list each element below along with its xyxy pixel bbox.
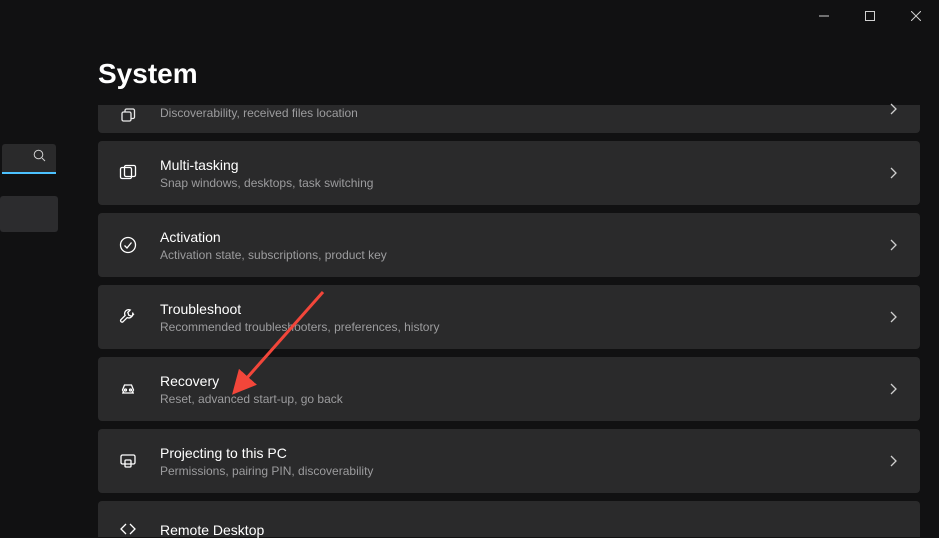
chevron-right-icon xyxy=(886,101,902,117)
settings-item-label: Multi-tasking xyxy=(160,156,886,174)
settings-item-label: Troubleshoot xyxy=(160,300,886,318)
recovery-icon xyxy=(118,379,138,399)
settings-item-nearby-sharing[interactable]: Discoverability, received files location xyxy=(98,105,920,133)
settings-item-activation[interactable]: Activation Activation state, subscriptio… xyxy=(98,213,920,277)
remote-desktop-icon xyxy=(118,519,138,538)
chevron-right-icon xyxy=(886,453,902,469)
settings-item-label: Recovery xyxy=(160,372,886,390)
chevron-right-icon xyxy=(886,165,902,181)
settings-item-label: Projecting to this PC xyxy=(160,444,886,462)
settings-item-sub: Activation state, subscriptions, product… xyxy=(160,247,886,263)
page-title: System xyxy=(98,58,198,90)
settings-item-sub: Snap windows, desktops, task switching xyxy=(160,175,886,191)
multitasking-icon xyxy=(118,163,138,183)
settings-item-label: Remote Desktop xyxy=(160,521,902,538)
projecting-icon xyxy=(118,451,138,471)
settings-item-remote-desktop[interactable]: Remote Desktop xyxy=(98,501,920,537)
share-icon xyxy=(118,105,138,125)
troubleshoot-icon xyxy=(118,307,138,327)
search-icon xyxy=(33,149,46,167)
settings-item-sub: Permissions, pairing PIN, discoverabilit… xyxy=(160,463,886,479)
settings-item-troubleshoot[interactable]: Troubleshoot Recommended troubleshooters… xyxy=(98,285,920,349)
settings-item-sub: Recommended troubleshooters, preferences… xyxy=(160,319,886,335)
settings-item-sub: Discoverability, received files location xyxy=(160,105,886,121)
search-input[interactable] xyxy=(2,144,56,174)
settings-item-multitasking[interactable]: Multi-tasking Snap windows, desktops, ta… xyxy=(98,141,920,205)
chevron-right-icon xyxy=(886,309,902,325)
settings-item-sub: Reset, advanced start-up, go back xyxy=(160,391,886,407)
maximize-button[interactable] xyxy=(847,0,893,32)
chevron-right-icon xyxy=(886,237,902,253)
window-controls xyxy=(801,0,939,32)
settings-list: Discoverability, received files location… xyxy=(98,105,920,537)
close-button[interactable] xyxy=(893,0,939,32)
settings-item-recovery[interactable]: Recovery Reset, advanced start-up, go ba… xyxy=(98,357,920,421)
sidebar-item-system[interactable] xyxy=(0,196,58,232)
settings-item-projecting[interactable]: Projecting to this PC Permissions, pairi… xyxy=(98,429,920,493)
minimize-button[interactable] xyxy=(801,0,847,32)
chevron-right-icon xyxy=(886,381,902,397)
activation-icon xyxy=(118,235,138,255)
sidebar xyxy=(0,0,58,538)
settings-item-label: Activation xyxy=(160,228,886,246)
